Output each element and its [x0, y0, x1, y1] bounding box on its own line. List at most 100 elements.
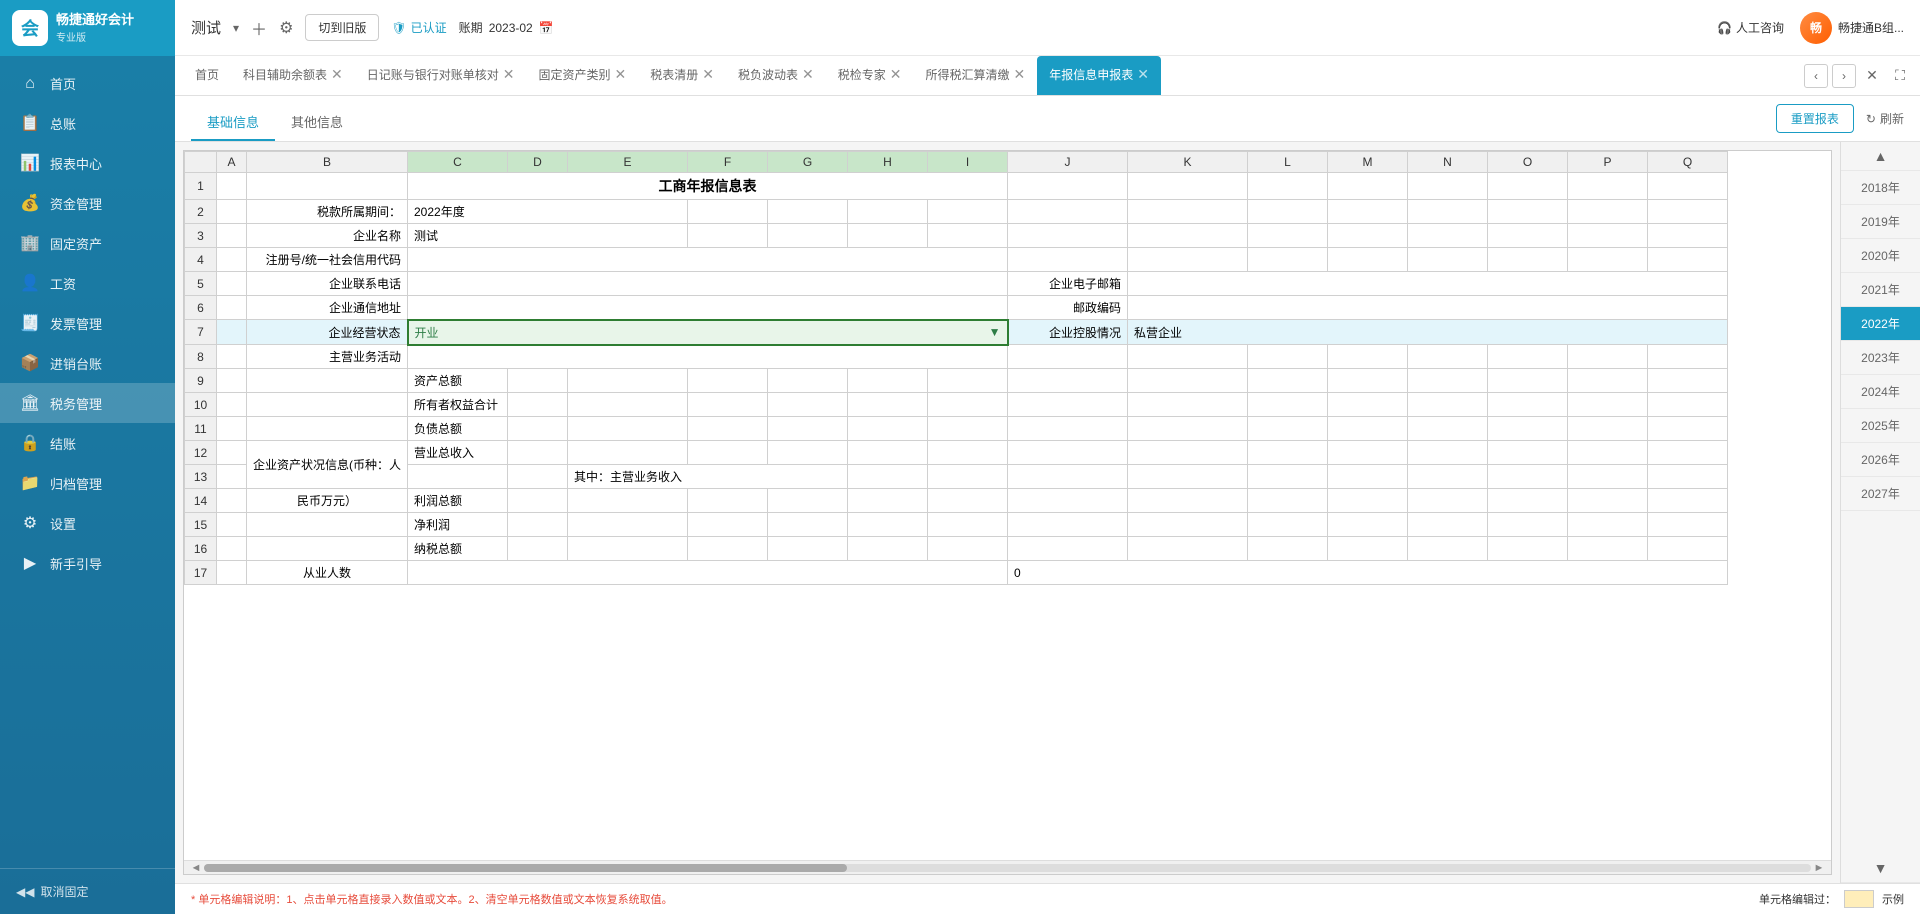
- cell[interactable]: [1008, 173, 1128, 200]
- cell[interactable]: [848, 465, 928, 489]
- cell[interactable]: [928, 417, 1008, 441]
- cell[interactable]: [1648, 369, 1728, 393]
- cell[interactable]: 负债总额: [408, 417, 508, 441]
- tab-close-fixed_asset_cat[interactable]: ✕: [615, 66, 627, 83]
- cell[interactable]: [1568, 489, 1648, 513]
- cell[interactable]: [1648, 465, 1728, 489]
- tab-close-annual_report[interactable]: ✕: [1137, 66, 1149, 83]
- cell[interactable]: 2022年度: [408, 200, 688, 224]
- cell[interactable]: [217, 417, 247, 441]
- cell[interactable]: [1128, 537, 1248, 561]
- cell[interactable]: [408, 296, 1008, 320]
- cell[interactable]: [1008, 200, 1128, 224]
- cell[interactable]: [217, 320, 247, 345]
- sidebar-item-ledger[interactable]: 📋总账: [0, 103, 175, 143]
- tab-home[interactable]: 首页: [183, 56, 231, 95]
- tab-bank_reconcile[interactable]: 日记账与银行对账单核对✕: [355, 56, 527, 95]
- cell[interactable]: [1648, 248, 1728, 272]
- year-scroll-up-button[interactable]: ▲: [1841, 142, 1920, 171]
- cell[interactable]: [1328, 173, 1408, 200]
- cell[interactable]: [508, 393, 568, 417]
- sidebar-item-close[interactable]: 🔒结账: [0, 423, 175, 463]
- cell[interactable]: 企业名称: [247, 224, 408, 248]
- cell[interactable]: [1648, 393, 1728, 417]
- cell[interactable]: [508, 369, 568, 393]
- cell[interactable]: [1248, 465, 1328, 489]
- cell[interactable]: [1008, 465, 1128, 489]
- year-item-2025[interactable]: 2025年: [1841, 409, 1920, 443]
- cell[interactable]: [1408, 513, 1488, 537]
- cell[interactable]: [217, 296, 247, 320]
- cell[interactable]: [247, 369, 408, 393]
- cell[interactable]: [1008, 345, 1128, 369]
- close-all-tabs-button[interactable]: ✕: [1860, 64, 1884, 88]
- cell[interactable]: [928, 513, 1008, 537]
- cell[interactable]: 私营企业: [1128, 320, 1728, 345]
- cell[interactable]: [1008, 248, 1128, 272]
- cell[interactable]: [1328, 369, 1408, 393]
- cell[interactable]: [508, 441, 568, 465]
- cell[interactable]: [928, 465, 1008, 489]
- cell[interactable]: 企业联系电话: [247, 272, 408, 296]
- cell[interactable]: [848, 513, 928, 537]
- cell[interactable]: [768, 441, 848, 465]
- cell[interactable]: [1488, 465, 1568, 489]
- tab-expand-button[interactable]: ⛶: [1888, 64, 1912, 88]
- scrollbar-thumb[interactable]: [204, 864, 847, 872]
- tab-scroll-left-button[interactable]: ‹: [1804, 64, 1828, 88]
- cell[interactable]: 注册号/统一社会信用代码: [247, 248, 408, 272]
- company-dropdown-icon[interactable]: ▾: [233, 21, 239, 35]
- tab-tax_fluctuation[interactable]: 税负波动表✕: [726, 56, 826, 95]
- cell[interactable]: [1128, 393, 1248, 417]
- year-item-2020[interactable]: 2020年: [1841, 239, 1920, 273]
- cell[interactable]: [768, 489, 848, 513]
- cell[interactable]: [1408, 173, 1488, 200]
- cell[interactable]: [1568, 173, 1648, 200]
- cell[interactable]: 营业总收入: [408, 441, 508, 465]
- cell[interactable]: [768, 369, 848, 393]
- cell[interactable]: [408, 465, 508, 489]
- cell[interactable]: [848, 537, 928, 561]
- cell[interactable]: [1128, 200, 1248, 224]
- cell[interactable]: [508, 417, 568, 441]
- cell[interactable]: [217, 173, 247, 200]
- cell[interactable]: [1648, 537, 1728, 561]
- cell[interactable]: [688, 417, 768, 441]
- cell[interactable]: [1648, 513, 1728, 537]
- cell[interactable]: 企业经营状态: [247, 320, 408, 345]
- cell[interactable]: [1488, 200, 1568, 224]
- cell[interactable]: [1408, 200, 1488, 224]
- pin-sidebar-button[interactable]: ◀◀ 取消固定: [16, 879, 159, 904]
- cell[interactable]: [247, 393, 408, 417]
- cell[interactable]: [848, 393, 928, 417]
- sidebar-item-archive[interactable]: 📁归档管理: [0, 463, 175, 503]
- sub-tab-basic_info[interactable]: 基础信息: [191, 104, 275, 141]
- cell[interactable]: 从业人数: [247, 561, 408, 585]
- cell[interactable]: [217, 441, 247, 465]
- cell[interactable]: [768, 513, 848, 537]
- cell[interactable]: [1008, 513, 1128, 537]
- cell[interactable]: [1008, 417, 1128, 441]
- cell[interactable]: [1408, 489, 1488, 513]
- cell[interactable]: [1568, 465, 1648, 489]
- cell[interactable]: [508, 513, 568, 537]
- year-item-2019[interactable]: 2019年: [1841, 205, 1920, 239]
- cell[interactable]: [1328, 441, 1408, 465]
- cell[interactable]: [217, 345, 247, 369]
- cell[interactable]: 其中：主营业务收入: [568, 465, 848, 489]
- cell[interactable]: [568, 417, 688, 441]
- cell[interactable]: [1648, 489, 1728, 513]
- year-item-2024[interactable]: 2024年: [1841, 375, 1920, 409]
- cell[interactable]: [688, 489, 768, 513]
- cell[interactable]: [1328, 465, 1408, 489]
- year-item-2022[interactable]: 2022年: [1841, 307, 1920, 341]
- sidebar-item-report[interactable]: 📊报表中心: [0, 143, 175, 183]
- cell[interactable]: [247, 537, 408, 561]
- cell[interactable]: [688, 513, 768, 537]
- cell[interactable]: [848, 417, 928, 441]
- reset-report-button[interactable]: 重置报表: [1776, 104, 1854, 133]
- tab-annual_report[interactable]: 年报信息申报表✕: [1037, 56, 1161, 95]
- cell[interactable]: [1128, 296, 1728, 320]
- tab-tax_expert[interactable]: 税检专家✕: [826, 56, 914, 95]
- tab-close-bank_reconcile[interactable]: ✕: [503, 66, 515, 83]
